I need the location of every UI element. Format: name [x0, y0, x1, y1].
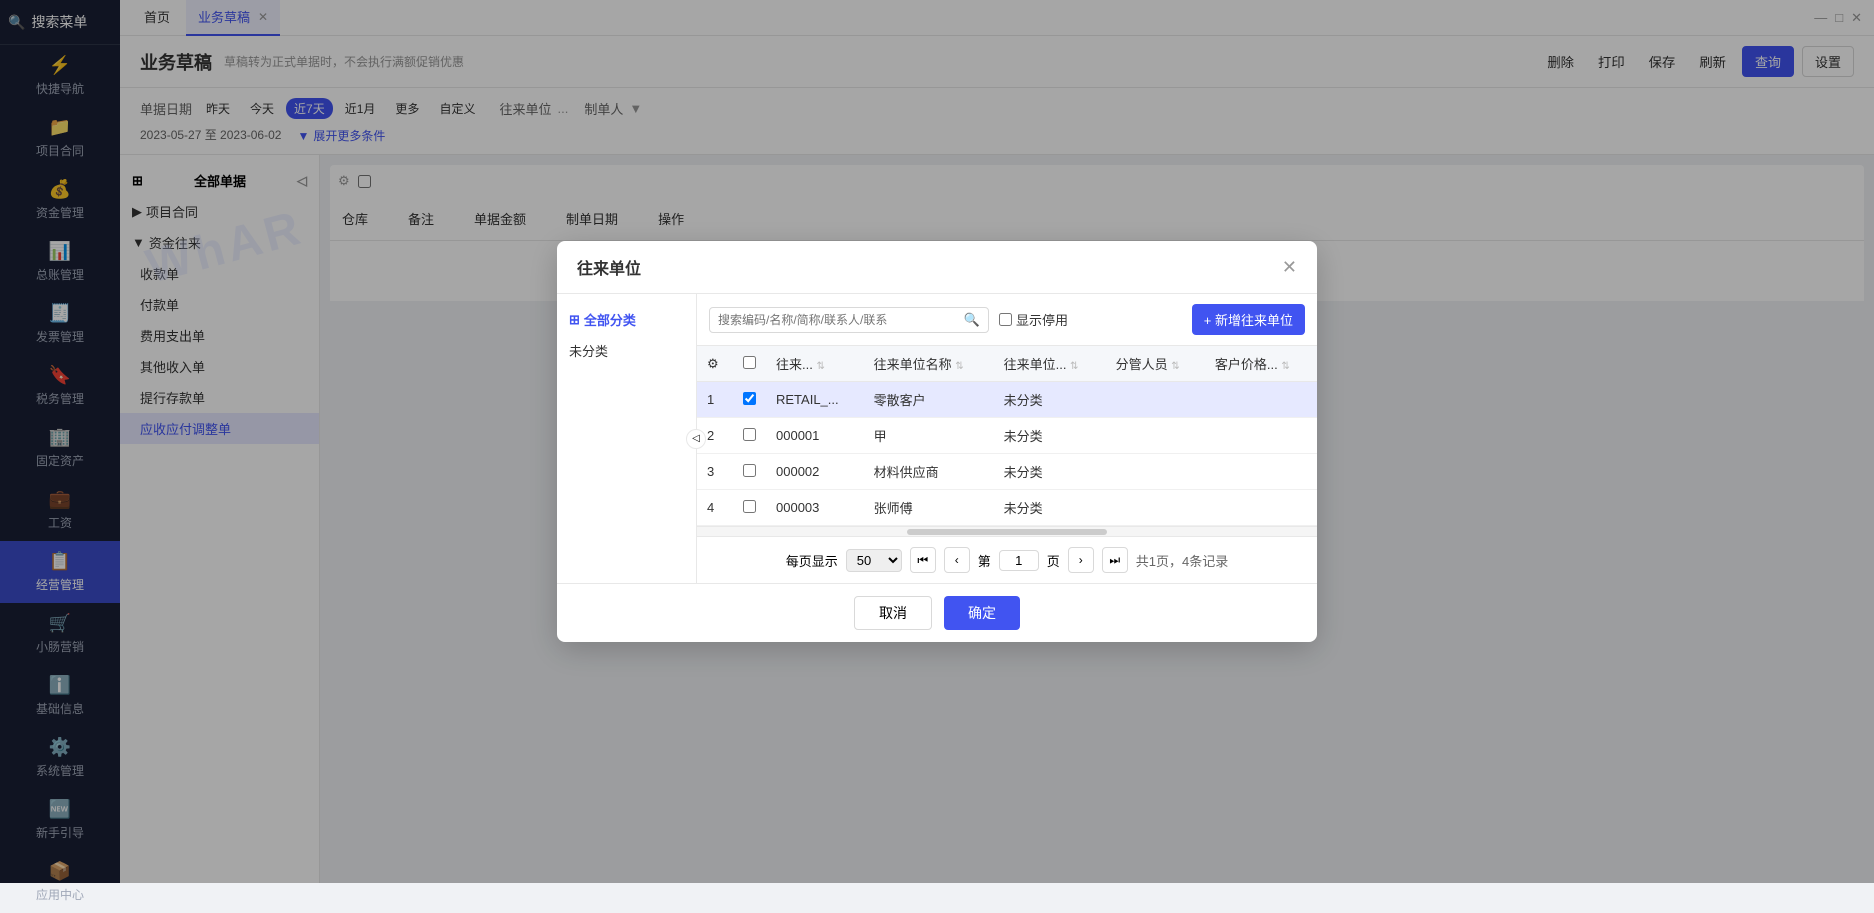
table-row[interactable]: 3 000002 材料供应商 未分类 [697, 454, 1317, 490]
scroll-area[interactable] [697, 526, 1317, 536]
data-table: ⚙ 往来... ⇅ 往来单位名称 ⇅ 往来单位... ⇅ 分管人员 ⇅ 客户价格… [697, 346, 1317, 526]
confirm-button[interactable]: 确定 [944, 596, 1020, 630]
next-page-btn[interactable]: › [1068, 547, 1094, 573]
select-all-modal[interactable] [743, 356, 756, 369]
page-number-input[interactable] [999, 550, 1039, 571]
pagination: 每页显示 50 100 200 ⏮ ‹ 第 页 › ⏭ 共1页，4条记录 [697, 536, 1317, 583]
last-page-btn[interactable]: ⏭ [1102, 547, 1128, 573]
show-disabled-checkbox[interactable] [999, 313, 1012, 326]
table-row[interactable]: 4 000003 张师傅 未分类 [697, 490, 1317, 526]
total-info: 共1页，4条记录 [1136, 551, 1228, 570]
col-checkbox-header[interactable] [733, 346, 766, 382]
modal-footer: 取消 确定 [557, 583, 1317, 642]
modal-title: 往来单位 [577, 255, 641, 279]
modal-body: ⊞ 全部分类 未分类 ◁ 🔍 显示停用 [557, 294, 1317, 583]
row-checkbox-1[interactable] [743, 392, 756, 405]
table-row[interactable]: 1 RETAIL_... 零散客户 未分类 [697, 382, 1317, 418]
page-suffix: 页 [1047, 551, 1060, 570]
modal-close-button[interactable]: ✕ [1282, 257, 1297, 278]
cancel-button[interactable]: 取消 [854, 596, 932, 630]
row-checkbox-4[interactable] [743, 500, 756, 513]
table-row[interactable]: 2 000001 甲 未分类 [697, 418, 1317, 454]
show-disabled-option[interactable]: 显示停用 [999, 310, 1068, 329]
modal-backdrop: 往来单位 ✕ ⊞ 全部分类 未分类 ◁ 🔍 [0, 0, 1874, 883]
col-salesperson-header[interactable]: 分管人员 ⇅ [1106, 346, 1205, 382]
col-category-header[interactable]: 往来单位... ⇅ [994, 346, 1106, 382]
row-checkbox-3[interactable] [743, 464, 756, 477]
grid-icon-modal: ⊞ [569, 312, 580, 328]
search-icon-modal: 🔍 [964, 312, 980, 328]
row-checkbox-2[interactable] [743, 428, 756, 441]
col-price-header[interactable]: 客户价格... ⇅ [1205, 346, 1317, 382]
modal-dialog: 往来单位 ✕ ⊞ 全部分类 未分类 ◁ 🔍 [557, 241, 1317, 642]
category-all-btn[interactable]: ⊞ 全部分类 [557, 304, 696, 335]
col-settings[interactable]: ⚙ [697, 346, 733, 382]
first-page-btn[interactable]: ⏮ [910, 547, 936, 573]
col-code-header[interactable]: 往来... ⇅ [766, 346, 864, 382]
scroll-thumb[interactable] [907, 529, 1107, 535]
table-header-row: ⚙ 往来... ⇅ 往来单位名称 ⇅ 往来单位... ⇅ 分管人员 ⇅ 客户价格… [697, 346, 1317, 382]
page-size-select[interactable]: 50 100 200 [846, 549, 902, 572]
search-input[interactable] [718, 313, 960, 327]
category-panel: ⊞ 全部分类 未分类 ◁ [557, 294, 697, 583]
modal-header: 往来单位 ✕ [557, 241, 1317, 294]
col-name-header[interactable]: 往来单位名称 ⇅ [864, 346, 994, 382]
page-label: 第 [978, 551, 991, 570]
category-item-unclassified[interactable]: 未分类 [557, 335, 696, 366]
prev-page-btn[interactable]: ‹ [944, 547, 970, 573]
add-unit-button[interactable]: + 新增往来单位 [1192, 304, 1305, 335]
collapse-category-btn[interactable]: ◁ [686, 429, 706, 449]
table-panel: 🔍 显示停用 + 新增往来单位 ⚙ [697, 294, 1317, 583]
table-toolbar: 🔍 显示停用 + 新增往来单位 [697, 294, 1317, 346]
search-box[interactable]: 🔍 [709, 307, 989, 333]
